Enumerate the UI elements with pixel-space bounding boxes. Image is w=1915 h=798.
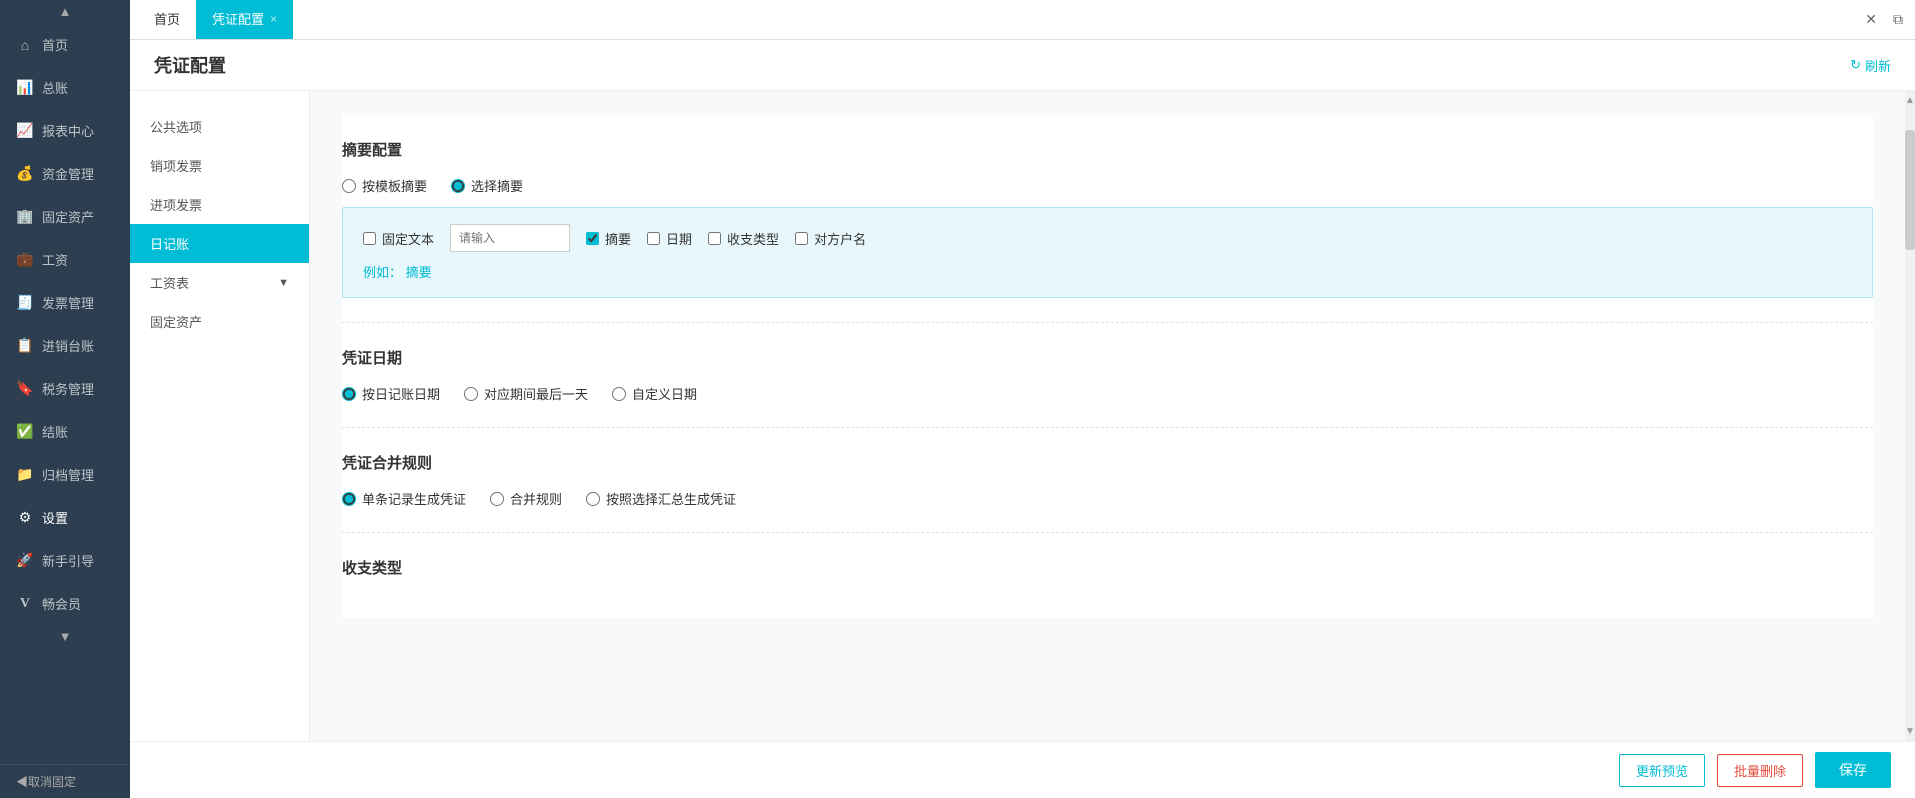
right-content: 摘要配置 按模板摘要 选择摘要 <box>310 91 1905 741</box>
main-area: 首页 凭证配置 × ✕ ⧉ 凭证配置 ↻ 刷新 公共选项 <box>130 0 1915 798</box>
sidebar: ▲ ⌂ 首页 📊 总账 📈 报表中心 💰 资金管理 🏢 固定资产 💼 工资 🧾 … <box>0 0 130 798</box>
scrollbar[interactable]: ▲ ▼ <box>1905 91 1915 741</box>
left-nav-payroll[interactable]: 工资表 ▼ <box>130 263 309 302</box>
sidebar-item-guide[interactable]: 🚀 新手引导 <box>0 539 130 582</box>
radio-select-summary[interactable]: 选择摘要 <box>451 176 523 195</box>
merge-rules-radio-group: 单条记录生成凭证 合并规则 按照选择汇总生成凭证 <box>342 489 1873 508</box>
bottom-action-bar: 更新预览 批量删除 保存 <box>130 741 1915 798</box>
sidebar-unpin-button[interactable]: ◀取消固定 <box>0 764 130 798</box>
refresh-icon: ↻ <box>1850 57 1861 73</box>
left-nav-sales-invoice[interactable]: 销项发票 <box>130 146 309 185</box>
summary-config-box: 固定文本 摘要 日期 <box>342 207 1873 298</box>
sidebar-item-ledger[interactable]: 📊 总账 <box>0 66 130 109</box>
voucher-date-title: 凭证日期 <box>342 347 1873 368</box>
chevron-down-icon: ▼ <box>278 277 289 289</box>
checkbox-counterpart[interactable]: 对方户名 <box>795 229 866 248</box>
radio-custom-date[interactable]: 自定义日期 <box>612 384 697 403</box>
tab-voucher-config[interactable]: 凭证配置 × <box>196 0 293 39</box>
update-preview-button[interactable]: 更新预览 <box>1619 754 1705 787</box>
summary-radio-group: 按模板摘要 选择摘要 <box>342 176 1873 195</box>
reports-icon: 📈 <box>16 122 34 139</box>
settle-icon: ✅ <box>16 423 34 440</box>
sidebar-item-settings[interactable]: ⚙ 设置 <box>0 496 130 539</box>
sidebar-scroll-up[interactable]: ▲ <box>0 0 130 23</box>
merge-rules-title: 凭证合并规则 <box>342 452 1873 473</box>
sidebar-item-funds[interactable]: 💰 资金管理 <box>0 152 130 195</box>
merge-rules-section: 凭证合并规则 单条记录生成凭证 合并规则 按照选择汇总生成凭证 <box>342 428 1873 533</box>
refresh-button[interactable]: ↻ 刷新 <box>1850 56 1891 75</box>
sidebar-item-settle[interactable]: ✅ 结账 <box>0 410 130 453</box>
archive-icon: 📁 <box>16 466 34 483</box>
checkbox-fixed-text[interactable]: 固定文本 <box>363 229 434 248</box>
tab-bar: 首页 凭证配置 × ✕ ⧉ <box>130 0 1915 40</box>
salary-icon: 💼 <box>16 251 34 268</box>
sidebar-item-sales-ledger[interactable]: 📋 进销台账 <box>0 324 130 367</box>
sidebar-item-salary[interactable]: 💼 工资 <box>0 238 130 281</box>
scroll-down-arrow[interactable]: ▼ <box>1905 722 1915 741</box>
scroll-thumb[interactable] <box>1905 130 1915 250</box>
radio-last-day[interactable]: 对应期间最后一天 <box>464 384 588 403</box>
left-nav-journal[interactable]: 日记账 <box>130 224 309 263</box>
left-nav: 公共选项 销项发票 进项发票 日记账 工资表 ▼ 固定资产 <box>130 91 310 741</box>
sidebar-item-vip[interactable]: V 畅会员 <box>0 582 130 625</box>
left-nav-purchase-invoice[interactable]: 进项发票 <box>130 185 309 224</box>
income-expense-section: 收支类型 <box>342 533 1873 618</box>
page-title: 凭证配置 <box>154 52 226 78</box>
home-icon: ⌂ <box>16 37 34 53</box>
invoice-mgmt-icon: 🧾 <box>16 294 34 311</box>
radio-by-selection[interactable]: 按照选择汇总生成凭证 <box>586 489 736 508</box>
summary-options-row: 固定文本 摘要 日期 <box>363 224 1852 252</box>
tab-home[interactable]: 首页 <box>138 0 196 39</box>
batch-delete-button[interactable]: 批量删除 <box>1717 754 1803 787</box>
tab-close-button[interactable]: × <box>270 12 277 26</box>
sidebar-item-tax[interactable]: 🔖 税务管理 <box>0 367 130 410</box>
page-header: 凭证配置 ↻ 刷新 <box>130 40 1915 91</box>
summary-section-title: 摘要配置 <box>342 139 1873 160</box>
restore-window-button[interactable]: ⧉ <box>1889 7 1907 32</box>
checkbox-summary[interactable]: 摘要 <box>586 229 631 248</box>
guide-icon: 🚀 <box>16 552 34 569</box>
radio-journal-date[interactable]: 按日记账日期 <box>342 384 440 403</box>
settings-icon: ⚙ <box>16 509 34 526</box>
radio-template-summary[interactable]: 按模板摘要 <box>342 176 427 195</box>
tax-icon: 🔖 <box>16 380 34 397</box>
left-nav-fixed-assets[interactable]: 固定资产 <box>130 302 309 341</box>
sidebar-item-home[interactable]: ⌂ 首页 <box>0 23 130 66</box>
ledger-icon: 📊 <box>16 79 34 96</box>
example-text: 例如： 摘要 <box>363 262 1852 281</box>
radio-single-record[interactable]: 单条记录生成凭证 <box>342 489 466 508</box>
content-area: 凭证配置 ↻ 刷新 公共选项 销项发票 进项发票 日记账 <box>130 40 1915 798</box>
fixed-text-input[interactable] <box>450 224 570 252</box>
voucher-date-radio-group: 按日记账日期 对应期间最后一天 自定义日期 <box>342 384 1873 403</box>
scroll-up-arrow[interactable]: ▲ <box>1905 91 1915 110</box>
sales-ledger-icon: 📋 <box>16 337 34 354</box>
income-expense-title: 收支类型 <box>342 557 1873 578</box>
funds-icon: 💰 <box>16 165 34 182</box>
radio-merge-rule[interactable]: 合并规则 <box>490 489 562 508</box>
voucher-date-section: 凭证日期 按日记账日期 对应期间最后一天 自定义日期 <box>342 323 1873 428</box>
close-window-button[interactable]: ✕ <box>1861 7 1881 32</box>
body-layout: 公共选项 销项发票 进项发票 日记账 工资表 ▼ 固定资产 <box>130 91 1915 741</box>
sidebar-item-archive[interactable]: 📁 归档管理 <box>0 453 130 496</box>
sidebar-item-assets[interactable]: 🏢 固定资产 <box>0 195 130 238</box>
tab-actions: ✕ ⧉ <box>1861 7 1907 32</box>
save-button[interactable]: 保存 <box>1815 752 1891 788</box>
checkbox-payment-type[interactable]: 收支类型 <box>708 229 779 248</box>
checkbox-date[interactable]: 日期 <box>647 229 692 248</box>
sidebar-item-reports[interactable]: 📈 报表中心 <box>0 109 130 152</box>
left-nav-public[interactable]: 公共选项 <box>130 107 309 146</box>
vip-icon: V <box>16 596 34 612</box>
assets-icon: 🏢 <box>16 208 34 225</box>
sidebar-scroll-down[interactable]: ▼ <box>0 625 130 648</box>
scroll-track <box>1905 110 1915 722</box>
summary-config-section: 摘要配置 按模板摘要 选择摘要 <box>342 115 1873 323</box>
sidebar-item-invoice-mgmt[interactable]: 🧾 发票管理 <box>0 281 130 324</box>
